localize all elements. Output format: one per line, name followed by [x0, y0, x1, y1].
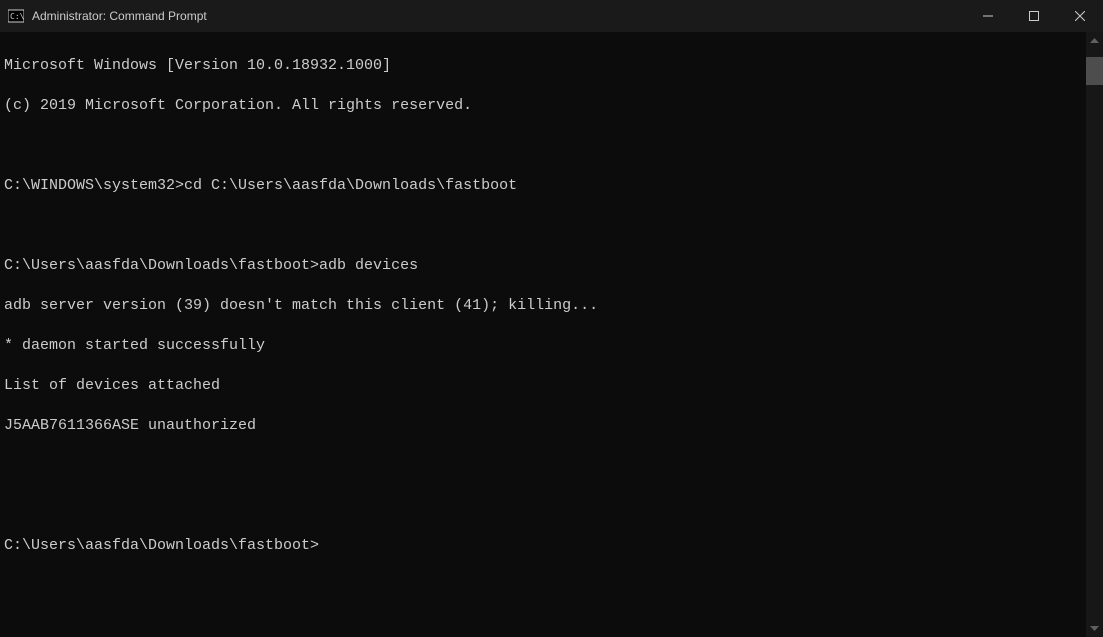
terminal-line: C:\WINDOWS\system32>cd C:\Users\aasfda\D…	[4, 176, 1099, 196]
minimize-button[interactable]	[965, 0, 1011, 32]
terminal-line: C:\Users\aasfda\Downloads\fastboot>	[4, 536, 1099, 556]
terminal-line	[4, 216, 1099, 236]
terminal-line	[4, 456, 1099, 476]
scroll-down-arrow-icon[interactable]	[1086, 620, 1103, 637]
terminal-line	[4, 136, 1099, 156]
terminal-body[interactable]: Microsoft Windows [Version 10.0.18932.10…	[0, 32, 1103, 637]
terminal-line: C:\Users\aasfda\Downloads\fastboot>adb d…	[4, 256, 1099, 276]
terminal-content: Microsoft Windows [Version 10.0.18932.10…	[0, 32, 1103, 600]
scroll-up-arrow-icon[interactable]	[1086, 32, 1103, 49]
svg-text:C:\: C:\	[10, 12, 24, 21]
terminal-line: J5AAB7611366ASE unauthorized	[4, 416, 1099, 436]
close-button[interactable]	[1057, 0, 1103, 32]
terminal-line: (c) 2019 Microsoft Corporation. All righ…	[4, 96, 1099, 116]
terminal-line: Microsoft Windows [Version 10.0.18932.10…	[4, 56, 1099, 76]
maximize-button[interactable]	[1011, 0, 1057, 32]
terminal-line: List of devices attached	[4, 376, 1099, 396]
terminal-line	[4, 496, 1099, 516]
window-titlebar[interactable]: C:\ Administrator: Command Prompt	[0, 0, 1103, 32]
terminal-line: * daemon started successfully	[4, 336, 1099, 356]
scrollbar-thumb[interactable]	[1086, 57, 1103, 85]
vertical-scrollbar[interactable]	[1086, 32, 1103, 637]
window-title: Administrator: Command Prompt	[32, 9, 965, 23]
terminal-line: adb server version (39) doesn't match th…	[4, 296, 1099, 316]
cmd-icon: C:\	[8, 8, 24, 24]
window-controls	[965, 0, 1103, 32]
scrollbar-track-area[interactable]	[1086, 49, 1103, 620]
